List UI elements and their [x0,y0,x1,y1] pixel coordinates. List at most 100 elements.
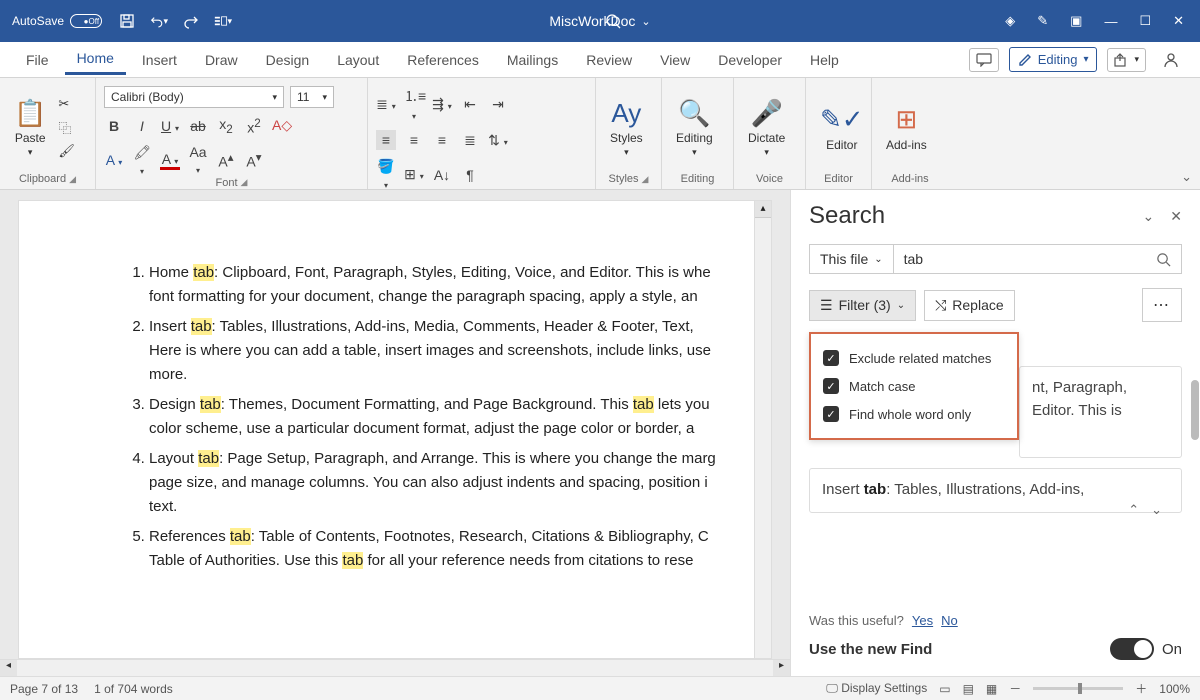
horizontal-scrollbar[interactable]: ◂▸ [0,659,790,676]
replace-button[interactable]: ⤭Replace [924,290,1015,321]
borders-icon[interactable]: ⊞ ▾ [404,166,424,183]
justify-icon[interactable]: ≣ [460,132,480,149]
undo-icon[interactable]: ▾ [150,12,168,30]
editor-button[interactable]: ✎✓Editor [814,102,870,154]
search-input[interactable]: tab [894,245,1181,273]
paste-button[interactable]: 📋 Paste ▾ [8,95,52,160]
pane-scrollbar-thumb[interactable] [1191,380,1199,440]
multilevel-icon[interactable]: ⇶ ▾ [432,96,452,113]
scroll-up-icon[interactable]: ▴ [755,201,771,218]
document-title[interactable]: MiscWorkDoc ⌄ [549,13,650,29]
document-page[interactable]: Home tab: Clipboard, Font, Paragraph, St… [18,200,772,659]
print-layout-icon[interactable]: ▤ [963,682,974,696]
dialog-launcher-icon[interactable]: ◢ [69,174,76,185]
font-name-combo[interactable]: Calibri (Body)▾ [104,86,284,108]
zoom-level[interactable]: 100% [1159,682,1190,696]
tab-design[interactable]: Design [254,46,322,74]
text-effects-icon[interactable]: A ▾ [104,152,124,168]
grow-font-icon[interactable]: A▴ [216,150,236,170]
underline-icon[interactable]: U ▾ [160,118,180,134]
share-button[interactable]: ▾ [1107,48,1146,72]
dialog-launcher-icon[interactable]: ◢ [241,177,248,188]
autosave-state[interactable]: ● Off [70,14,102,28]
redo-icon[interactable] [182,12,200,30]
addins-button[interactable]: ⊞Add-ins [880,102,933,154]
scroll-right-icon[interactable]: ▸ [773,660,790,676]
qat-customize-icon[interactable]: ▾ [214,12,232,30]
close-icon[interactable]: ✕ [1173,13,1184,29]
tab-home[interactable]: Home [65,44,126,75]
web-layout-icon[interactable]: ▦ [986,682,997,696]
tab-help[interactable]: Help [798,46,851,74]
filter-option-wholeword[interactable]: ✓Find whole word only [823,400,1005,428]
diamond-icon[interactable]: ◈ [1005,13,1015,29]
superscript-icon[interactable]: x2 [244,117,264,136]
font-size-combo[interactable]: 11▾ [290,86,334,108]
focus-view-icon[interactable]: ▭ [939,682,950,696]
tab-draw[interactable]: Draw [193,46,250,74]
feedback-no-link[interactable]: No [941,613,958,628]
tab-view[interactable]: View [648,46,702,74]
prev-result-icon[interactable]: ⌃ [1128,502,1139,518]
tab-mailings[interactable]: Mailings [495,46,570,74]
autosave-toggle[interactable]: AutoSave ● Off [12,14,102,28]
font-color-icon[interactable]: A ▾ [160,151,180,170]
italic-icon[interactable]: I [132,118,152,134]
filter-option-matchcase[interactable]: ✓Match case [823,372,1005,400]
zoom-slider[interactable] [1033,687,1123,690]
filter-option-exclude[interactable]: ✓Exclude related matches [823,344,1005,372]
scroll-left-icon[interactable]: ◂ [0,660,17,676]
account-icon[interactable] [1156,47,1186,73]
format-painter-icon[interactable]: 🖌 [58,143,75,159]
close-icon[interactable]: ✕ [1170,208,1182,225]
search-icon[interactable] [1156,252,1171,267]
checkbox-icon[interactable]: ✓ [823,350,839,366]
line-spacing-icon[interactable]: ⇅ ▾ [488,132,508,149]
align-left-icon[interactable]: ≡ [376,130,396,150]
maximize-icon[interactable]: ☐ [1139,13,1151,29]
minimize-icon[interactable]: — [1104,14,1117,29]
clear-format-icon[interactable]: A◇ [272,117,292,134]
copy-icon[interactable]: ⿻ [58,118,75,137]
tab-review[interactable]: Review [574,46,644,74]
next-result-icon[interactable]: ⌄ [1151,502,1162,518]
chevron-down-icon[interactable]: ⌄ [1143,208,1155,225]
editing-button[interactable]: 🔍Editing▾ [670,95,719,160]
change-case-icon[interactable]: Aa ▾ [188,144,208,176]
comments-button[interactable] [969,48,999,72]
align-right-icon[interactable]: ≡ [432,132,452,148]
collapse-ribbon-icon[interactable]: ⌄ [1181,169,1192,185]
checkbox-icon[interactable]: ✓ [823,378,839,394]
word-count[interactable]: 1 of 704 words [94,682,173,696]
tab-references[interactable]: References [395,46,491,74]
editing-mode-button[interactable]: Editing ▾ [1009,47,1098,72]
new-find-toggle[interactable] [1110,638,1154,660]
increase-indent-icon[interactable]: ⇥ [488,96,508,113]
tab-insert[interactable]: Insert [130,46,189,74]
feedback-yes-link[interactable]: Yes [912,613,933,628]
dialog-launcher-icon[interactable]: ◢ [642,174,649,185]
more-options-button[interactable]: ⋯ [1142,288,1182,322]
bold-icon[interactable]: B [104,118,124,134]
decrease-indent-icon[interactable]: ⇤ [460,96,480,113]
tab-layout[interactable]: Layout [325,46,391,74]
shrink-font-icon[interactable]: A▾ [244,150,264,170]
styles-button[interactable]: AyStyles▾ [604,95,649,160]
numbering-icon[interactable]: ⒈≡ ▾ [404,86,424,122]
zoom-in-icon[interactable]: ＋ [1135,680,1147,697]
dictate-button[interactable]: 🎤Dictate▾ [742,95,791,160]
window-restore-icon[interactable]: ▣ [1070,13,1082,29]
show-marks-icon[interactable]: ¶ [460,167,480,183]
zoom-out-icon[interactable]: － [1009,680,1021,697]
wand-icon[interactable]: ✎ [1037,13,1048,29]
highlight-icon[interactable]: 🖍 ▾ [132,144,152,177]
search-result[interactable]: nt, Paragraph,Editor. This is [1019,366,1182,458]
bullets-icon[interactable]: ≣ ▾ [376,96,396,113]
vertical-scrollbar[interactable]: ▴ [754,201,771,658]
checkbox-icon[interactable]: ✓ [823,406,839,422]
save-icon[interactable] [118,12,136,30]
subscript-icon[interactable]: x2 [216,116,236,136]
search-icon[interactable] [605,13,621,29]
sort-icon[interactable]: A↓ [432,167,452,183]
tab-file[interactable]: File [14,46,61,74]
